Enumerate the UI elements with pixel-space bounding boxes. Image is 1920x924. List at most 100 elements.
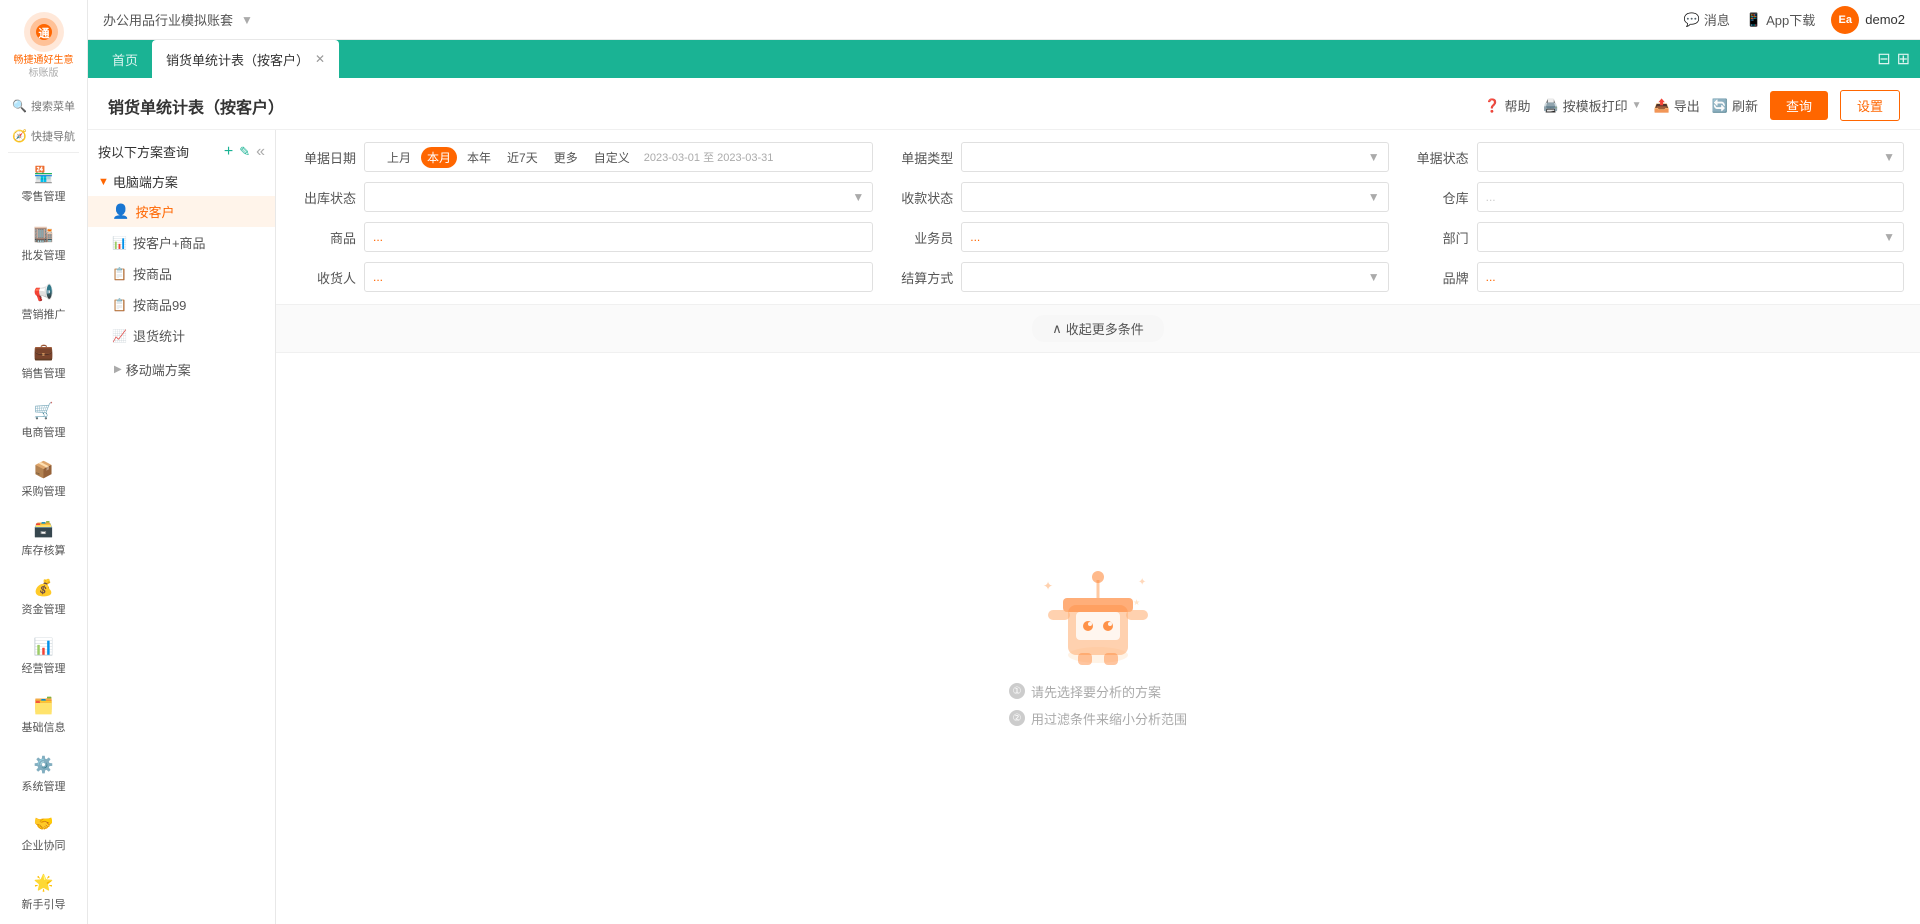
scheme-item-by-goods99-label: 按商品99 <box>133 295 186 314</box>
salesperson-placeholder: ... <box>970 230 1379 244</box>
scheme-item-by-goods99[interactable]: 📋 按商品99 <box>88 289 275 320</box>
scheme-group-pc: ▼ 电脑端方案 👤 按客户 📊 按客户+商品 📋 按商品 <box>88 167 275 351</box>
print-icon: 🖨️ <box>1542 98 1558 114</box>
robot-svg: ✦ ✦ ★ <box>1038 550 1158 670</box>
sidebar-item-ecommerce[interactable]: 🛒 电商管理 <box>0 391 87 450</box>
industry-title: 办公用品行业模拟账套 <box>103 10 233 29</box>
edit-scheme-btn[interactable]: ✎ <box>239 144 250 160</box>
tab-home[interactable]: 首页 <box>98 40 152 78</box>
sidebar-item-inventory[interactable]: 🗃️ 库存核算 <box>0 509 87 568</box>
sidebar-item-cooperation[interactable]: 🤝 企业协同 <box>0 804 87 863</box>
date-btn-this-year[interactable]: 本年 <box>461 147 497 168</box>
refresh-btn[interactable]: 🔄 刷新 <box>1712 96 1758 115</box>
sidebar-item-system[interactable]: ⚙️ 系统管理 <box>0 745 87 804</box>
goods-control[interactable]: ... <box>364 222 873 252</box>
logo-icon: 通 <box>22 10 66 54</box>
page-header: 销货单统计表（按客户） ❓ 帮助 🖨️ 按模板打印 ▼ 📤 导出 🔄 刷新 <box>88 78 1920 130</box>
date-btn-last-month[interactable]: 上月 <box>381 147 417 168</box>
header-dropdown-icon[interactable]: ▼ <box>241 13 253 27</box>
sidebar-item-marketing[interactable]: 📢 营销推广 <box>0 273 87 332</box>
date-btn-custom[interactable]: 自定义 <box>588 147 636 168</box>
finance-icon: 💰 <box>34 578 54 598</box>
retail-icon: 🏪 <box>34 165 54 185</box>
wholesale-icon: 🏬 <box>34 224 54 244</box>
date-btn-this-month[interactable]: 本月 <box>421 147 457 168</box>
purchase-icon: 📦 <box>34 460 54 480</box>
return-stats-icon: 📈 <box>112 329 127 343</box>
sidebar-item-retail[interactable]: 🏪 零售管理 <box>0 155 87 214</box>
sidebar-item-newbie[interactable]: 🌟 新手引导 <box>0 863 87 922</box>
date-btn-7days[interactable]: 近7天 <box>501 147 544 168</box>
export-btn[interactable]: 📤 导出 <box>1654 96 1700 115</box>
scheme-item-by-customer-goods[interactable]: 📊 按客户+商品 <box>88 227 275 258</box>
brand-control[interactable]: ... <box>1477 262 1904 292</box>
receipt-status-control[interactable]: ▼ <box>961 182 1388 212</box>
date-btn-more[interactable]: 更多 <box>548 147 584 168</box>
scheme-item-return-stats-label: 退货统计 <box>133 326 185 345</box>
sidebar-item-operation[interactable]: 📊 经营管理 <box>0 627 87 686</box>
sidebar-item-finance[interactable]: 💰 资金管理 <box>0 568 87 627</box>
settlement-control[interactable]: ▼ <box>961 262 1388 292</box>
tab-maximize-icon[interactable]: ⊞ <box>1897 49 1910 69</box>
tab-minimize-icon[interactable]: ⊟ <box>1877 49 1890 69</box>
receipt-status-dropdown-icon: ▼ <box>1368 190 1380 204</box>
tab-expand-buttons: ⊟ ⊞ <box>1877 49 1910 69</box>
header-left: 办公用品行业模拟账套 ▼ <box>103 10 253 29</box>
salesperson-control[interactable]: ... <box>961 222 1388 252</box>
help-label: 帮助 <box>1504 96 1530 115</box>
help-icon: ❓ <box>1484 98 1500 114</box>
svg-text:★: ★ <box>1133 598 1140 607</box>
collapse-arrow-icon: ∧ <box>1052 321 1062 337</box>
sidebar-search[interactable]: 🔍 帮助 搜索菜单 <box>0 90 87 122</box>
sidebar-nav-shortcut[interactable]: 🧭 快捷导航 <box>0 122 87 150</box>
tab-close-btn[interactable]: ✕ <box>315 53 325 65</box>
system-icon: ⚙️ <box>34 755 54 775</box>
message-icon: 💬 <box>1684 12 1700 28</box>
sidebar-item-basic[interactable]: 🗂️ 基础信息 <box>0 686 87 745</box>
settlement-label: 结算方式 <box>889 268 961 287</box>
app-download-btn[interactable]: 📱 App下载 <box>1746 10 1815 29</box>
scheme-group-pc-header[interactable]: ▼ 电脑端方案 <box>88 167 275 196</box>
out-status-control[interactable]: ▼ <box>364 182 873 212</box>
help-btn[interactable]: ❓ 帮助 <box>1484 96 1530 115</box>
scheme-item-by-customer[interactable]: 👤 按客户 <box>88 196 275 227</box>
collapse-panel-btn[interactable]: « <box>256 143 265 161</box>
scheme-group-mobile-header[interactable]: ▶ 移动端方案 <box>96 355 275 384</box>
customer-goods-scheme-icon: 📊 <box>112 236 127 250</box>
refresh-label: 刷新 <box>1732 96 1758 115</box>
scheme-item-return-stats[interactable]: 📈 退货统计 <box>88 320 275 351</box>
user-profile[interactable]: Ea demo2 <box>1831 6 1905 34</box>
scheme-item-by-goods-label: 按商品 <box>133 264 172 283</box>
collapse-label: 收起更多条件 <box>1066 319 1144 338</box>
message-btn[interactable]: 💬 消息 <box>1684 10 1730 29</box>
warehouse-control[interactable]: ... <box>1477 182 1904 212</box>
sidebar-logo[interactable]: 通 畅捷通好生意 标账版 <box>0 0 87 90</box>
consignee-control[interactable]: ... <box>364 262 873 292</box>
print-dropdown-icon: ▼ <box>1632 100 1642 111</box>
doc-type-control[interactable]: ▼ <box>961 142 1388 172</box>
collapse-more-btn[interactable]: ∧ 收起更多条件 <box>1032 315 1164 342</box>
phone-icon: 📱 <box>1746 12 1762 28</box>
sidebar-item-sales[interactable]: 💼 销售管理 <box>0 332 87 391</box>
tab-sales-stats[interactable]: 销货单统计表（按客户） ✕ <box>152 40 339 78</box>
add-scheme-btn[interactable]: + <box>224 143 233 161</box>
doc-status-dropdown-icon: ▼ <box>1883 150 1895 164</box>
department-control[interactable]: ▼ <box>1477 222 1904 252</box>
scheme-group-pc-label: 电脑端方案 <box>113 172 178 191</box>
sidebar-item-wholesale[interactable]: 🏬 批发管理 <box>0 214 87 273</box>
sidebar-item-purchase[interactable]: 📦 采购管理 <box>0 450 87 509</box>
svg-text:✦: ✦ <box>1138 577 1146 588</box>
basic-icon: 🗂️ <box>34 696 54 716</box>
compass-icon: 🧭 <box>12 129 27 143</box>
header-right: 💬 消息 📱 App下载 Ea demo2 <box>1684 6 1905 34</box>
out-status-dropdown-icon: ▼ <box>852 190 864 204</box>
query-btn[interactable]: 查询 <box>1770 91 1828 120</box>
scheme-item-by-goods[interactable]: 📋 按商品 <box>88 258 275 289</box>
doc-status-control[interactable]: ▼ <box>1477 142 1904 172</box>
ecommerce-icon: 🛒 <box>34 401 54 421</box>
print-btn[interactable]: 🖨️ 按模板打印 ▼ <box>1542 96 1641 115</box>
left-panel: 按以下方案查询 + ✎ « ▼ 电脑端方案 👤 按客户 <box>88 130 276 924</box>
settings-btn[interactable]: 设置 <box>1840 90 1900 121</box>
sidebar-menu-items: 🏪 零售管理 🏬 批发管理 📢 营销推广 💼 销售管理 🛒 电商管理 📦 采购管… <box>0 155 87 924</box>
scheme-item-by-customer-goods-label: 按客户+商品 <box>133 233 206 252</box>
